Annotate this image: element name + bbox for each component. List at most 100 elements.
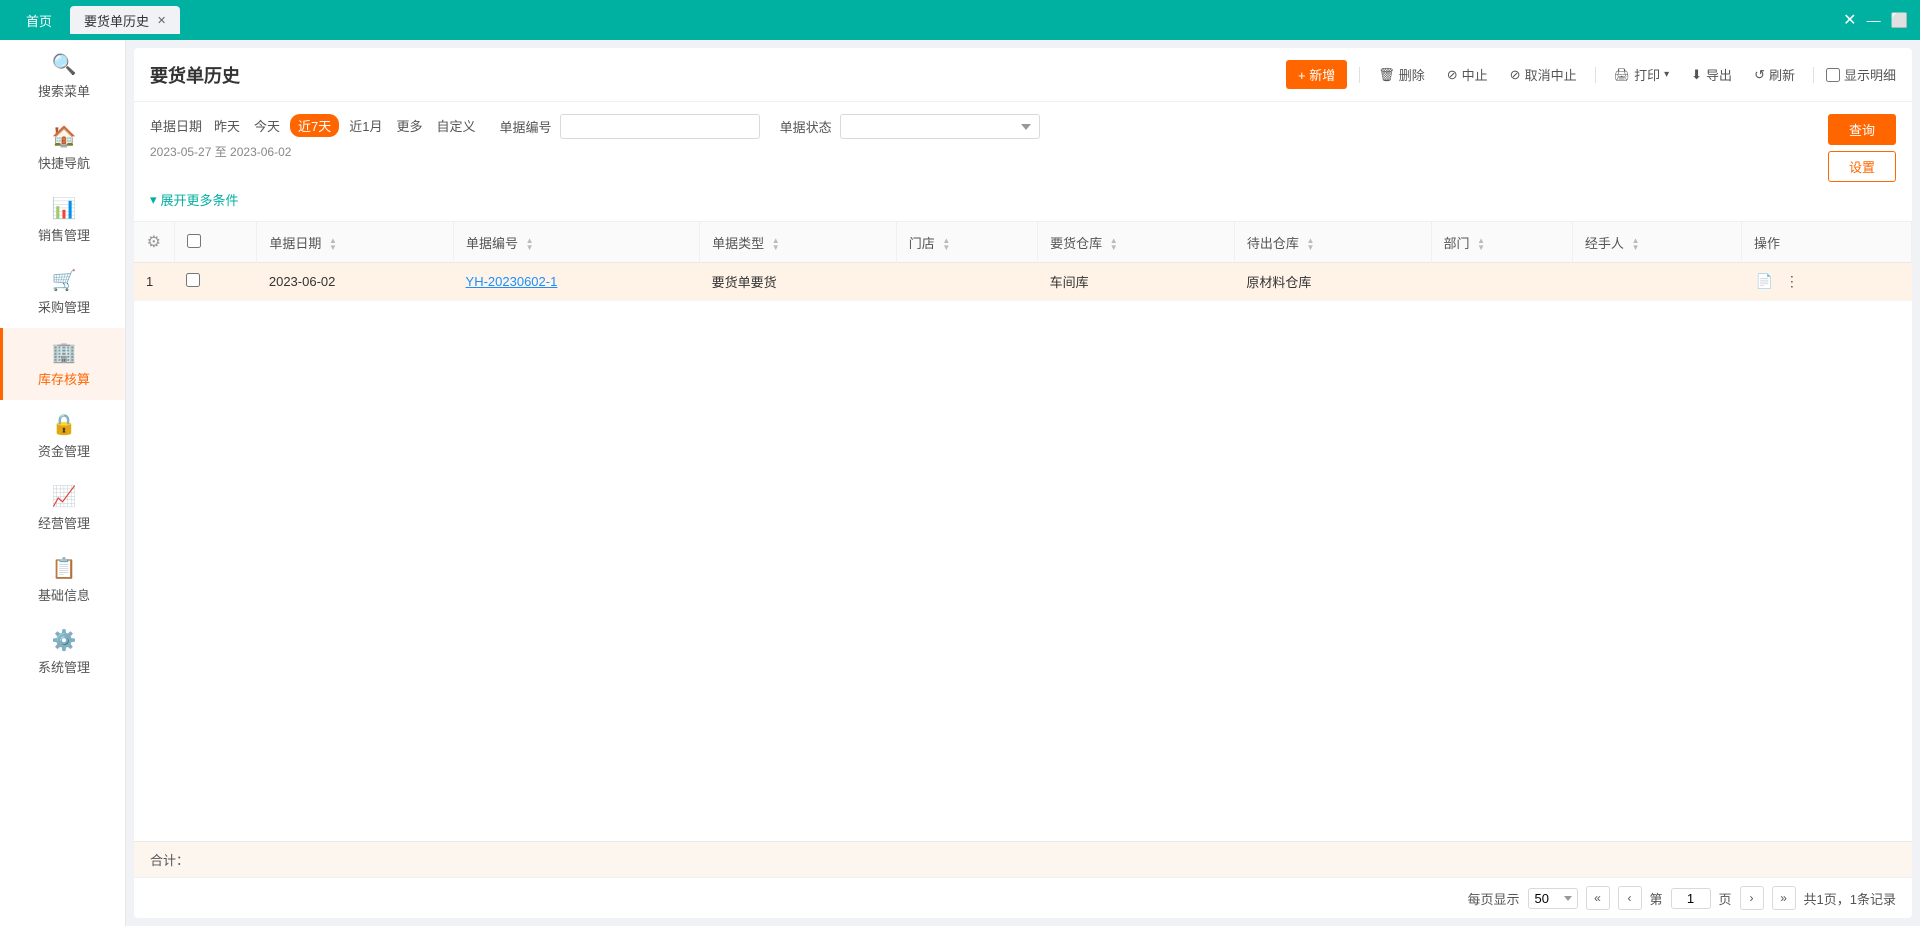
separator-3 (1813, 67, 1814, 83)
toolbar: + 新增 🗑 删除 ⊘ 中止 ⊘ 取消中止 🖨 打印 (1286, 60, 1896, 89)
shortcut-last7days[interactable]: 近7天 (290, 114, 339, 137)
column-settings-gear-icon[interactable]: ⚙ (147, 234, 161, 251)
display-detail-toggle[interactable]: 显示明细 (1826, 65, 1896, 84)
sidebar-item-operations-mgmt[interactable]: 📈 经营管理 (0, 472, 125, 544)
select-all-checkbox[interactable] (187, 234, 201, 248)
quick-nav-icon: 🏠 (52, 124, 77, 149)
sort-handler-icon[interactable]: ▲▼ (1632, 237, 1640, 251)
sort-doc-no-icon[interactable]: ▲▼ (526, 237, 534, 251)
col-checkbox (174, 222, 257, 263)
row-checkbox[interactable] (186, 273, 200, 287)
date-filter-label: 单据日期 (150, 116, 202, 135)
window-close-icon[interactable]: ✕ (1843, 10, 1856, 30)
window-expand-icon[interactable]: ⬜ (1891, 12, 1908, 29)
last-page-button[interactable]: » (1772, 886, 1796, 910)
first-page-button[interactable]: « (1586, 886, 1610, 910)
cell-doc-date: 2023-06-02 (257, 263, 454, 301)
sidebar-item-basic-info[interactable]: 📋 基础信息 (0, 544, 125, 616)
table-area: ⚙ 单据日期 ▲▼ 单据编号 ▲▼ (134, 222, 1912, 841)
next-page-button[interactable]: › (1740, 886, 1764, 910)
cell-doc-type: 要货单要货 (700, 263, 897, 301)
shortcut-custom[interactable]: 自定义 (433, 114, 480, 137)
window-minimize-icon[interactable]: — (1867, 12, 1881, 28)
close-tab-icon[interactable]: ✕ (157, 14, 166, 27)
tab-home[interactable]: 首页 (12, 6, 66, 34)
stop-icon: ⊘ (1447, 67, 1458, 83)
summary-bar: 合计： (134, 841, 1912, 877)
shortcut-today[interactable]: 今天 (250, 114, 284, 137)
docno-filter-label: 单据编号 (500, 117, 552, 136)
export-button[interactable]: ⬇ 导出 (1685, 61, 1738, 88)
top-bar-right: ✕ — ⬜ (1843, 10, 1908, 30)
docno-input[interactable] (560, 114, 760, 139)
filter-main-row: 单据日期 昨天 今天 近7天 近1月 更多 自定义 2023-05-27 至 2… (150, 114, 1896, 182)
edit-action-icon[interactable]: 📄 (1753, 271, 1774, 292)
sidebar-label-finance-mgmt: 资金管理 (38, 441, 90, 460)
shortcut-last1month[interactable]: 近1月 (345, 114, 386, 137)
more-action-icon[interactable]: ⋮ (1783, 271, 1801, 292)
sidebar-item-system-mgmt[interactable]: ⚙️ 系统管理 (0, 616, 125, 688)
sort-store-icon[interactable]: ▲▼ (942, 237, 950, 251)
per-page-select[interactable]: 50 20 100 200 (1528, 888, 1578, 909)
col-pending-warehouse: 待出仓库 ▲▼ (1234, 222, 1431, 263)
per-page-label: 每页显示 (1467, 889, 1519, 908)
action-icons: 📄 ⋮ (1753, 271, 1899, 292)
sidebar-item-purchase-mgmt[interactable]: 🛒 采购管理 (0, 256, 125, 328)
sort-doc-date-icon[interactable]: ▲▼ (329, 237, 337, 251)
display-detail-checkbox[interactable] (1826, 68, 1840, 82)
tab-requisition-history[interactable]: 要货单历史 ✕ (70, 6, 180, 34)
col-settings: ⚙ (134, 222, 174, 263)
page-label-post: 页 (1719, 889, 1732, 908)
shortcut-more[interactable]: 更多 (393, 114, 427, 137)
summary-label: 合计： (150, 853, 189, 868)
sidebar-label-system-mgmt: 系统管理 (38, 657, 90, 676)
col-doc-date: 单据日期 ▲▼ (257, 222, 454, 263)
filter-group-date: 单据日期 昨天 今天 近7天 近1月 更多 自定义 (150, 114, 480, 137)
delete-icon: 🗑 (1378, 67, 1395, 83)
sidebar-item-quick-nav[interactable]: 🏠 快捷导航 (0, 112, 125, 184)
print-dropdown-icon: ▾ (1664, 69, 1669, 80)
settings-button[interactable]: 设置 (1828, 151, 1896, 182)
filter-col-date: 单据日期 昨天 今天 近7天 近1月 更多 自定义 2023-05-27 至 2… (150, 114, 480, 160)
print-button[interactable]: 🖨 打印 ▾ (1608, 61, 1676, 88)
export-icon: ⬇ (1691, 67, 1702, 83)
cell-req-warehouse: 车间库 (1038, 263, 1235, 301)
main-layout: 🔍 搜索菜单 🏠 快捷导航 📊 销售管理 🛒 采购管理 🏢 库存核算 🔒 资金管… (0, 40, 1920, 926)
refresh-button[interactable]: ↺ 刷新 (1748, 61, 1801, 88)
stop-button[interactable]: ⊘ 中止 (1441, 61, 1494, 88)
sidebar-label-operations-mgmt: 经营管理 (38, 513, 90, 532)
sort-doc-type-icon[interactable]: ▲▼ (772, 237, 780, 251)
page-header: 要货单历史 + 新增 🗑 删除 ⊘ 中止 ⊘ 取消中止 🖨 (134, 48, 1912, 102)
sidebar-item-sales-mgmt[interactable]: 📊 销售管理 (0, 184, 125, 256)
sort-department-icon[interactable]: ▲▼ (1477, 237, 1485, 251)
sidebar-label-search-menu: 搜索菜单 (38, 81, 90, 100)
page-label-pre: 第 (1650, 889, 1663, 908)
doc-no-link[interactable]: YH-20230602-1 (466, 274, 558, 289)
page-number-input[interactable] (1671, 888, 1711, 909)
col-handler: 经手人 ▲▼ (1572, 222, 1741, 263)
sidebar-item-inventory[interactable]: 🏢 库存核算 (0, 328, 125, 400)
sidebar-label-sales-mgmt: 销售管理 (38, 225, 90, 244)
cell-department (1431, 263, 1572, 301)
expand-icon: ▾ (150, 192, 157, 208)
data-table: ⚙ 单据日期 ▲▼ 单据编号 ▲▼ (134, 222, 1912, 301)
shortcut-yesterday[interactable]: 昨天 (210, 114, 244, 137)
sidebar-label-basic-info: 基础信息 (38, 585, 90, 604)
prev-page-button[interactable]: ‹ (1618, 886, 1642, 910)
sidebar-label-quick-nav: 快捷导航 (38, 153, 90, 172)
total-info: 共1页，1条记录 (1804, 889, 1896, 908)
delete-button[interactable]: 🗑 删除 (1372, 61, 1431, 88)
sidebar-item-finance-mgmt[interactable]: 🔒 资金管理 (0, 400, 125, 472)
sort-pending-warehouse-icon[interactable]: ▲▼ (1306, 237, 1314, 251)
query-button[interactable]: 查询 (1828, 114, 1896, 145)
filter-group-docno: 单据编号 (500, 114, 760, 139)
sort-req-warehouse-icon[interactable]: ▲▼ (1110, 237, 1118, 251)
status-select[interactable] (840, 114, 1040, 139)
page-title: 要货单历史 (150, 62, 1286, 88)
filter-col-status: 单据状态 (780, 114, 1040, 139)
cancel-stop-button[interactable]: ⊘ 取消中止 (1504, 61, 1583, 88)
new-button[interactable]: + 新增 (1286, 60, 1347, 89)
expand-filter-button[interactable]: ▾ 展开更多条件 (150, 190, 1896, 209)
basic-info-icon: 📋 (52, 556, 77, 581)
sidebar-item-search-menu[interactable]: 🔍 搜索菜单 (0, 40, 125, 112)
